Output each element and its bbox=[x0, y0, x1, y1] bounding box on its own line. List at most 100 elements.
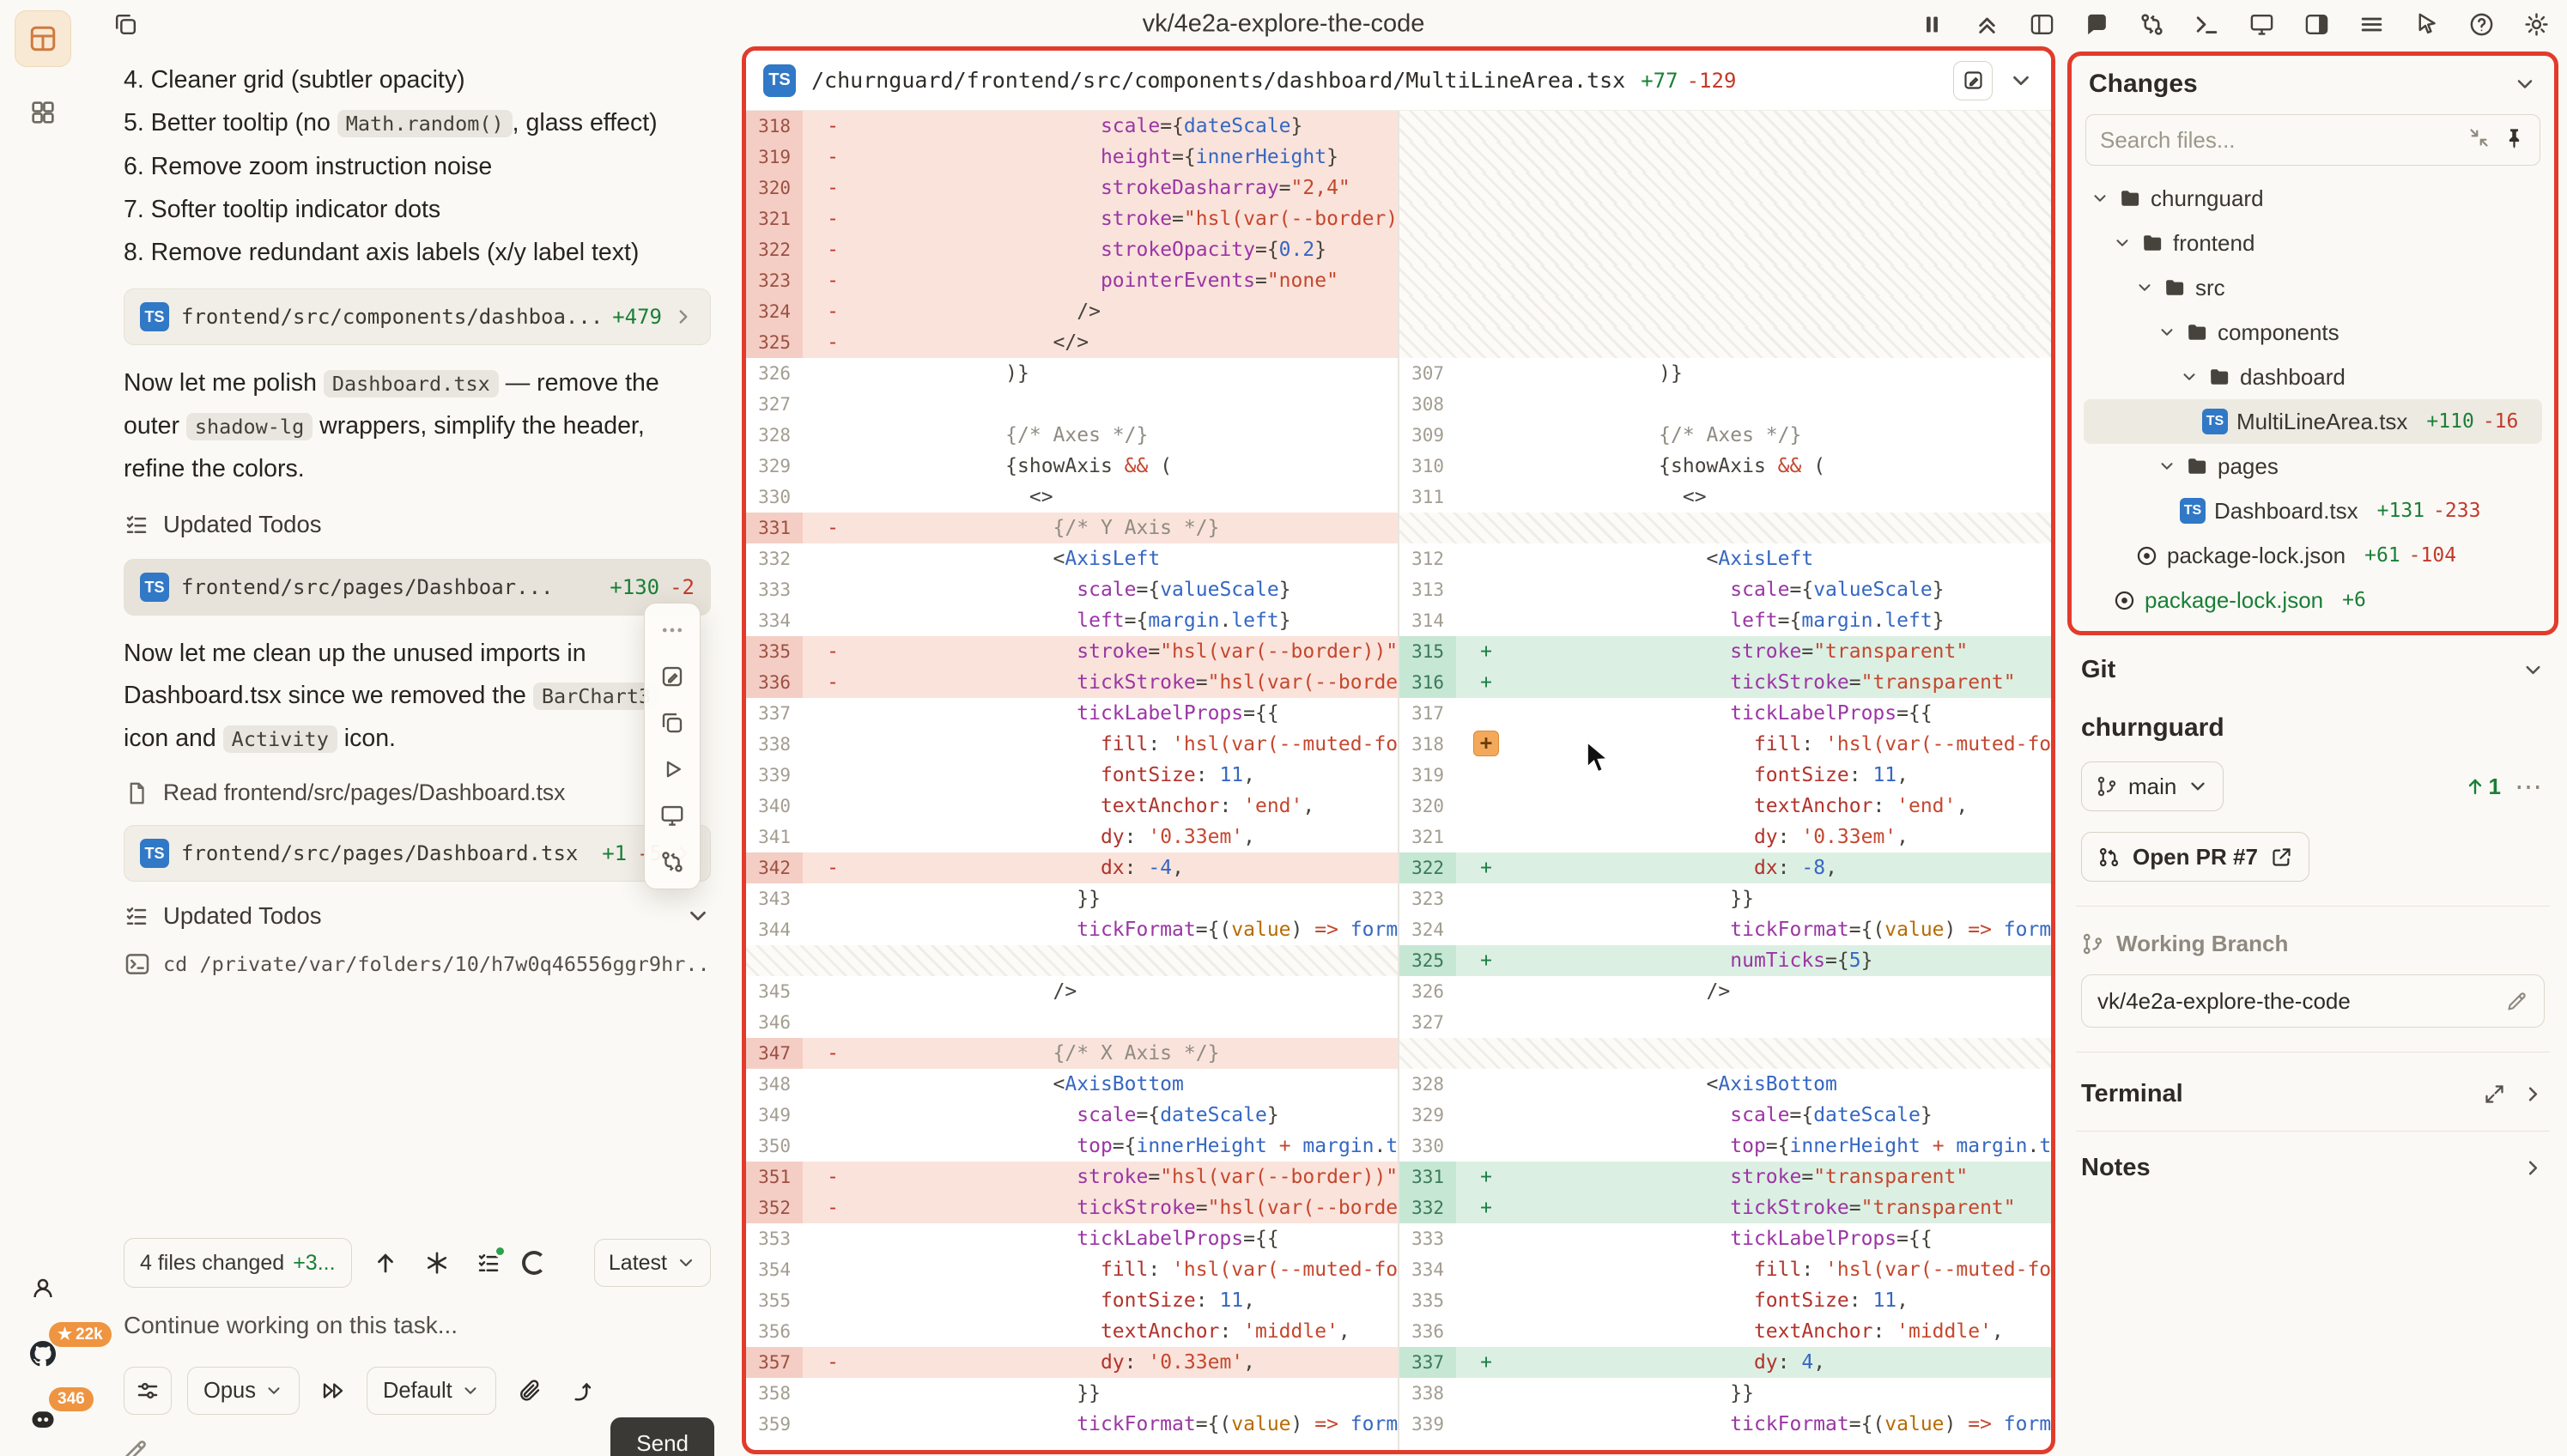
chevron-down-icon[interactable] bbox=[2513, 72, 2537, 96]
diff-marker: - bbox=[803, 1162, 863, 1192]
pin-icon[interactable] bbox=[2503, 126, 2526, 149]
todos-update-row[interactable]: Updated Todos bbox=[124, 902, 711, 930]
code-line: dy: '0.33em', bbox=[863, 822, 1398, 852]
files-changed-chip[interactable]: 4 files changed +3... bbox=[124, 1238, 352, 1288]
up-arrow-icon bbox=[2465, 776, 2485, 797]
tree-folder-row[interactable]: dashboard bbox=[2084, 355, 2542, 399]
terminal-prompt-icon[interactable] bbox=[2189, 7, 2224, 41]
panel-left-icon[interactable] bbox=[2024, 7, 2059, 41]
edit-pencil-icon[interactable] bbox=[120, 1437, 149, 1456]
open-pr-button[interactable]: Open PR #7 bbox=[2081, 832, 2309, 882]
working-branch-input[interactable]: vk/4e2a-explore-the-code bbox=[2081, 974, 2545, 1028]
chevron-right-icon[interactable] bbox=[2521, 1083, 2545, 1106]
folder-name: pages bbox=[2218, 453, 2279, 480]
context-button[interactable] bbox=[419, 1245, 455, 1281]
account-button[interactable] bbox=[25, 1271, 61, 1307]
diff-old-pane[interactable]: 318 - scale={dateScale} 319 - height={in… bbox=[746, 111, 1398, 1450]
edit-pencil-icon[interactable] bbox=[2505, 990, 2528, 1013]
collapse-diff-button[interactable] bbox=[2008, 68, 2034, 94]
settings-sliders-button[interactable] bbox=[124, 1367, 172, 1415]
tree-file-row[interactable]: TSDashboard.tsx +131-233 bbox=[2084, 488, 2542, 533]
code-line: textAnchor: 'end', bbox=[1516, 791, 2051, 822]
tools-button[interactable] bbox=[563, 1373, 599, 1409]
monitor-icon[interactable] bbox=[653, 799, 691, 832]
play-icon[interactable] bbox=[653, 753, 691, 786]
code-line: fontSize: 11, bbox=[1516, 760, 2051, 791]
tree-folder-row[interactable]: src bbox=[2084, 265, 2542, 310]
diff-row: 358 }} bbox=[746, 1378, 1398, 1409]
pause-icon[interactable] bbox=[1915, 7, 1949, 41]
latest-dropdown[interactable]: Latest bbox=[594, 1239, 711, 1287]
copy-icon[interactable] bbox=[653, 707, 691, 739]
mode-dropdown[interactable]: Default bbox=[367, 1367, 496, 1415]
collapse-all-icon[interactable] bbox=[2467, 126, 2491, 149]
diff-marker bbox=[1456, 543, 1516, 574]
git-compare-icon[interactable] bbox=[653, 846, 691, 878]
discord-link-button[interactable]: 346 bbox=[25, 1401, 61, 1437]
fast-forward-button[interactable] bbox=[315, 1373, 351, 1409]
tree-file-row[interactable]: package-lock.json +61-104 bbox=[2084, 533, 2542, 578]
diff-gap-row bbox=[1399, 234, 2051, 265]
scroll-up-button[interactable] bbox=[367, 1245, 404, 1281]
cursor-pointer-icon[interactable] bbox=[2409, 7, 2443, 41]
notes-header[interactable]: Notes bbox=[2076, 1150, 2550, 1186]
open-in-editor-button[interactable] bbox=[1953, 61, 1993, 100]
github-link-button[interactable]: ★22k bbox=[25, 1336, 61, 1372]
collapse-panels-icon[interactable] bbox=[1969, 7, 2004, 41]
todos-button[interactable] bbox=[470, 1245, 507, 1281]
line-number: 334 bbox=[746, 605, 803, 636]
terminal-command-row[interactable]: cd /private/var/folders/10/h7w0q46556ggr… bbox=[124, 950, 711, 978]
tree-folder-row[interactable]: pages bbox=[2084, 444, 2542, 488]
menu-icon[interactable] bbox=[2354, 7, 2388, 41]
attach-button[interactable] bbox=[512, 1373, 548, 1409]
expand-icon[interactable] bbox=[2483, 1083, 2506, 1106]
workspace-active-button[interactable] bbox=[15, 10, 71, 67]
panel-right-icon[interactable] bbox=[2299, 7, 2333, 41]
chevron-right-icon[interactable] bbox=[2521, 1156, 2545, 1180]
diff-row: 334 left={margin.left} bbox=[746, 605, 1398, 636]
more-horizontal-icon[interactable] bbox=[653, 614, 691, 646]
settings-gear-icon[interactable] bbox=[2519, 7, 2553, 41]
add-comment-badge[interactable]: + bbox=[1473, 731, 1499, 756]
line-number: 310 bbox=[1399, 451, 1456, 482]
chevron-down-icon[interactable] bbox=[685, 903, 711, 929]
added-count: +77 bbox=[1641, 69, 1678, 93]
tree-folder-row[interactable]: churnguard bbox=[2084, 176, 2542, 221]
terminal-header[interactable]: Terminal bbox=[2076, 1077, 2550, 1112]
diff-marker: - bbox=[803, 327, 863, 358]
file-change-chip[interactable]: TS frontend/src/components/dashboa... +4… bbox=[124, 288, 711, 345]
diff-marker: - bbox=[803, 296, 863, 327]
tree-folder-row[interactable]: frontend bbox=[2084, 221, 2542, 265]
more-options-button[interactable]: ⋯ bbox=[2515, 770, 2545, 803]
file-change-chip[interactable]: TS frontend/src/pages/Dashboard.tsx +1 -… bbox=[124, 825, 711, 882]
tabs-icon[interactable] bbox=[108, 7, 143, 41]
message-input[interactable]: Continue working on this task... bbox=[124, 1312, 711, 1339]
grid-view-button[interactable] bbox=[15, 84, 71, 141]
send-button[interactable]: Send bbox=[610, 1417, 714, 1456]
git-compare-icon[interactable] bbox=[2134, 7, 2169, 41]
tree-folder-row[interactable]: components bbox=[2084, 310, 2542, 355]
tool-call-row[interactable]: Read frontend/src/pages/Dashboard.tsx bbox=[124, 780, 711, 806]
file-change-chip[interactable]: TS frontend/src/pages/Dashboar... +130 -… bbox=[124, 559, 711, 616]
diff-marker bbox=[803, 482, 863, 513]
diff-marker bbox=[803, 1069, 863, 1100]
code-line: tickLabelProps={{ bbox=[1516, 698, 2051, 729]
added-count: +110 bbox=[2426, 410, 2473, 433]
chat-bubble-icon[interactable] bbox=[2079, 7, 2114, 41]
diff-marker bbox=[1456, 822, 1516, 852]
branch-dropdown[interactable]: main bbox=[2081, 761, 2224, 811]
help-icon[interactable] bbox=[2464, 7, 2498, 41]
monitor-icon[interactable] bbox=[2244, 7, 2279, 41]
tree-file-row[interactable]: package-lock.json +6 bbox=[2084, 578, 2542, 622]
search-input[interactable]: Search files... bbox=[2100, 127, 2455, 154]
line-number: 324 bbox=[1399, 914, 1456, 945]
tree-file-row[interactable]: TSMultiLineArea.tsx +110-16 bbox=[2084, 399, 2542, 444]
model-dropdown[interactable]: Opus bbox=[187, 1367, 300, 1415]
diff-new-pane[interactable]: 307 )} 308 309 {/* Axes */} 310 {showAxi… bbox=[1398, 111, 2051, 1450]
file-edit-icon[interactable] bbox=[653, 660, 691, 693]
line-number: 323 bbox=[1399, 883, 1456, 914]
chevron-down-icon[interactable] bbox=[2521, 658, 2545, 682]
notes-title: Notes bbox=[2081, 1154, 2151, 1182]
line-number: 308 bbox=[1399, 389, 1456, 420]
todos-update-row[interactable]: Updated Todos bbox=[124, 511, 711, 538]
